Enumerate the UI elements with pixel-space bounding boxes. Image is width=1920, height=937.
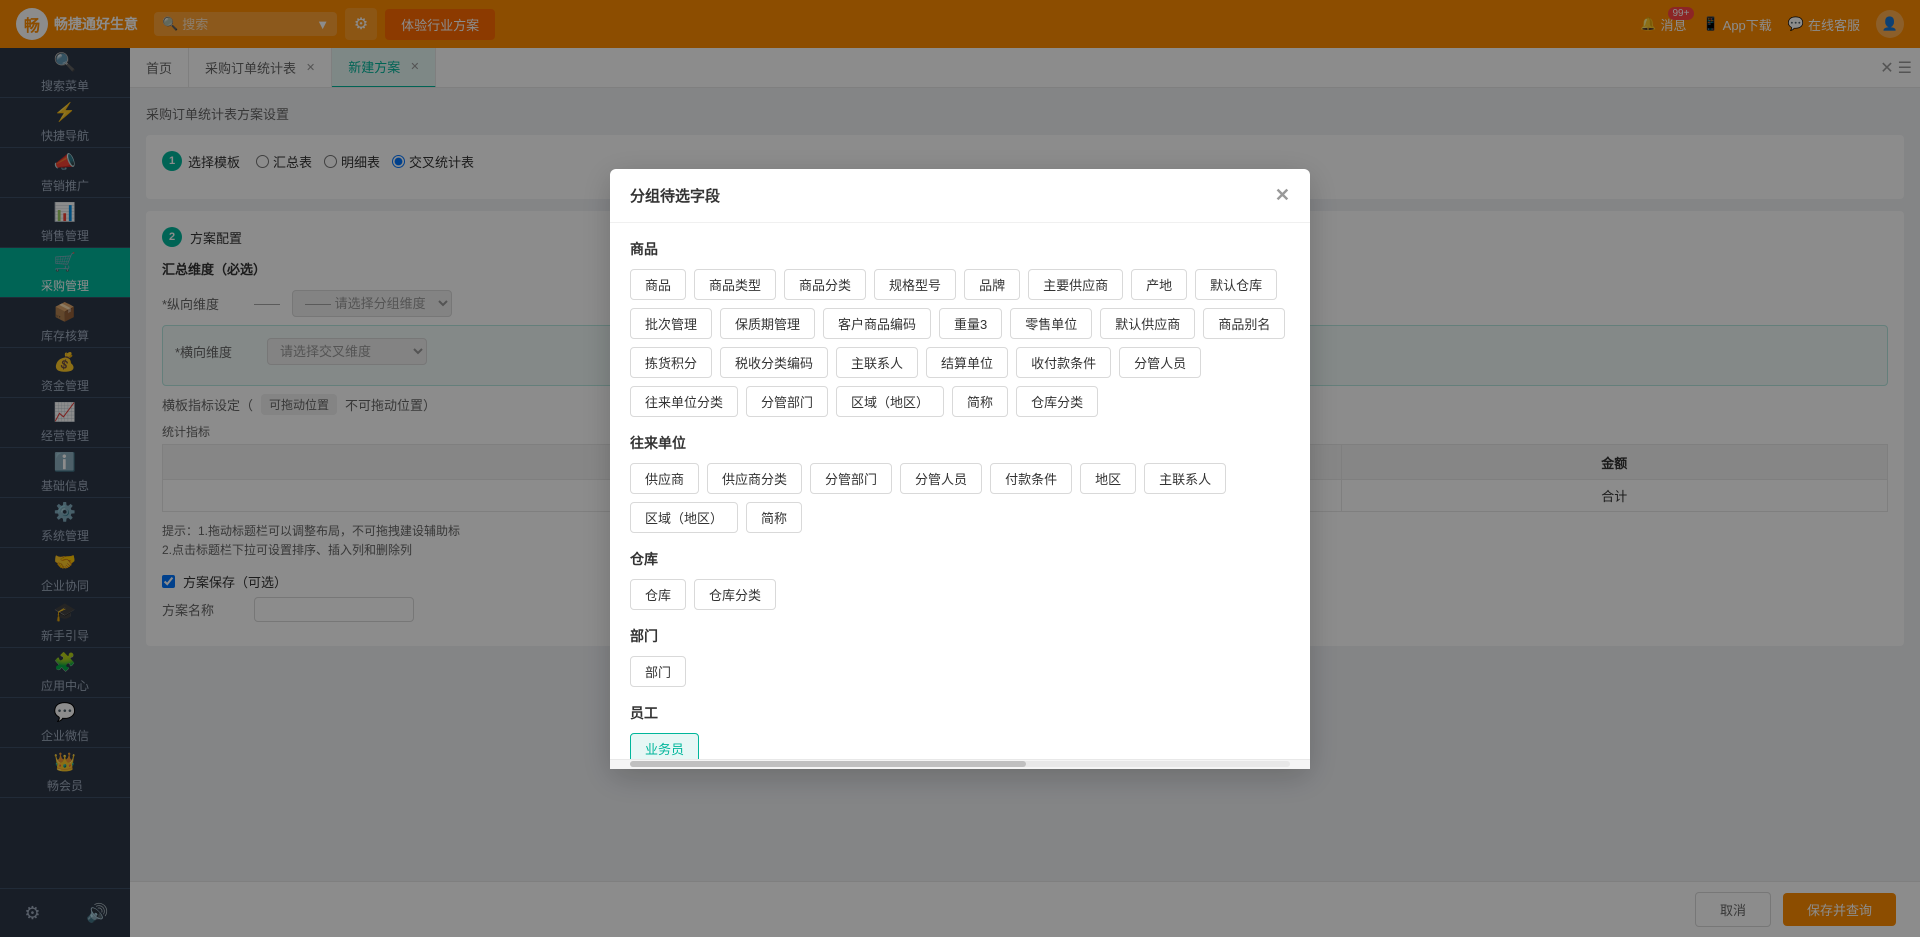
field-pick-points[interactable]: 拣货积分 [630, 347, 712, 378]
field-retail-unit[interactable]: 零售单位 [1010, 308, 1092, 339]
field-manager-person[interactable]: 分管人员 [1119, 347, 1201, 378]
field-customer-code[interactable]: 客户商品编码 [823, 308, 931, 339]
field-main-contact2[interactable]: 主联系人 [1144, 463, 1226, 494]
field-grid-goods: 商品 商品类型 商品分类 规格型号 品牌 主要供应商 产地 默认仓库 批次管理 … [630, 269, 1290, 417]
field-region2[interactable]: 区域（地区） [630, 502, 738, 533]
field-grid-staff: 业务员 [630, 733, 1290, 759]
field-grid-dept: 部门 [630, 656, 1290, 687]
field-default-supplier[interactable]: 默认供应商 [1100, 308, 1195, 339]
field-spec-model[interactable]: 规格型号 [874, 269, 956, 300]
field-warehouse-category[interactable]: 仓库分类 [1016, 386, 1098, 417]
field-goods-type[interactable]: 商品类型 [694, 269, 776, 300]
field-tax-code[interactable]: 税收分类编码 [720, 347, 828, 378]
field-grid-warehouse: 仓库 仓库分类 [630, 579, 1290, 610]
field-settlement-unit[interactable]: 结算单位 [926, 347, 1008, 378]
section-title-staff: 员工 [630, 703, 1290, 723]
field-partner-person[interactable]: 分管人员 [900, 463, 982, 494]
field-warehouse-cat[interactable]: 仓库分类 [694, 579, 776, 610]
field-partner-dept[interactable]: 分管部门 [810, 463, 892, 494]
field-supplier[interactable]: 供应商 [630, 463, 699, 494]
field-default-warehouse[interactable]: 默认仓库 [1195, 269, 1277, 300]
field-partner-category[interactable]: 往来单位分类 [630, 386, 738, 417]
section-title-goods: 商品 [630, 239, 1290, 259]
field-goods-category[interactable]: 商品分类 [784, 269, 866, 300]
modal-scrollbar-track [630, 761, 1290, 767]
field-dept[interactable]: 部门 [630, 656, 686, 687]
modal-scrollbar-thumb[interactable] [630, 761, 1026, 767]
field-warehouse[interactable]: 仓库 [630, 579, 686, 610]
field-grid-partner: 供应商 供应商分类 分管部门 分管人员 付款条件 地区 主联系人 区域（地区） … [630, 463, 1290, 533]
field-brand[interactable]: 品牌 [964, 269, 1020, 300]
field-main-contact[interactable]: 主联系人 [836, 347, 918, 378]
field-batch-mgmt[interactable]: 批次管理 [630, 308, 712, 339]
field-salesperson[interactable]: 业务员 [630, 733, 699, 759]
modal-close-button[interactable]: ✕ [1275, 185, 1290, 206]
modal-title: 分组待选字段 [630, 185, 720, 206]
modal-body: 商品 商品 商品类型 商品分类 规格型号 品牌 主要供应商 产地 默认仓库 批次… [610, 223, 1310, 759]
field-expiry-mgmt[interactable]: 保质期管理 [720, 308, 815, 339]
field-short-name2[interactable]: 简称 [746, 502, 802, 533]
field-payment-cond[interactable]: 付款条件 [990, 463, 1072, 494]
field-supplier-category[interactable]: 供应商分类 [707, 463, 802, 494]
field-mgmt-dept[interactable]: 分管部门 [746, 386, 828, 417]
field-weight3[interactable]: 重量3 [939, 308, 1002, 339]
field-origin[interactable]: 产地 [1131, 269, 1187, 300]
field-area[interactable]: 地区 [1080, 463, 1136, 494]
field-goods[interactable]: 商品 [630, 269, 686, 300]
field-short-name[interactable]: 简称 [952, 386, 1008, 417]
field-payment-terms[interactable]: 收付款条件 [1016, 347, 1111, 378]
section-title-dept: 部门 [630, 626, 1290, 646]
modal-scrollbar-area [610, 759, 1310, 769]
field-main-supplier[interactable]: 主要供应商 [1028, 269, 1123, 300]
modal-header: 分组待选字段 ✕ [610, 169, 1310, 223]
modal-dialog: 分组待选字段 ✕ 商品 商品 商品类型 商品分类 规格型号 品牌 主要供应商 产… [610, 169, 1310, 769]
section-title-partner: 往来单位 [630, 433, 1290, 453]
modal-overlay: 分组待选字段 ✕ 商品 商品 商品类型 商品分类 规格型号 品牌 主要供应商 产… [0, 0, 1920, 937]
section-title-warehouse: 仓库 [630, 549, 1290, 569]
field-goods-alias[interactable]: 商品别名 [1203, 308, 1285, 339]
field-region[interactable]: 区域（地区） [836, 386, 944, 417]
